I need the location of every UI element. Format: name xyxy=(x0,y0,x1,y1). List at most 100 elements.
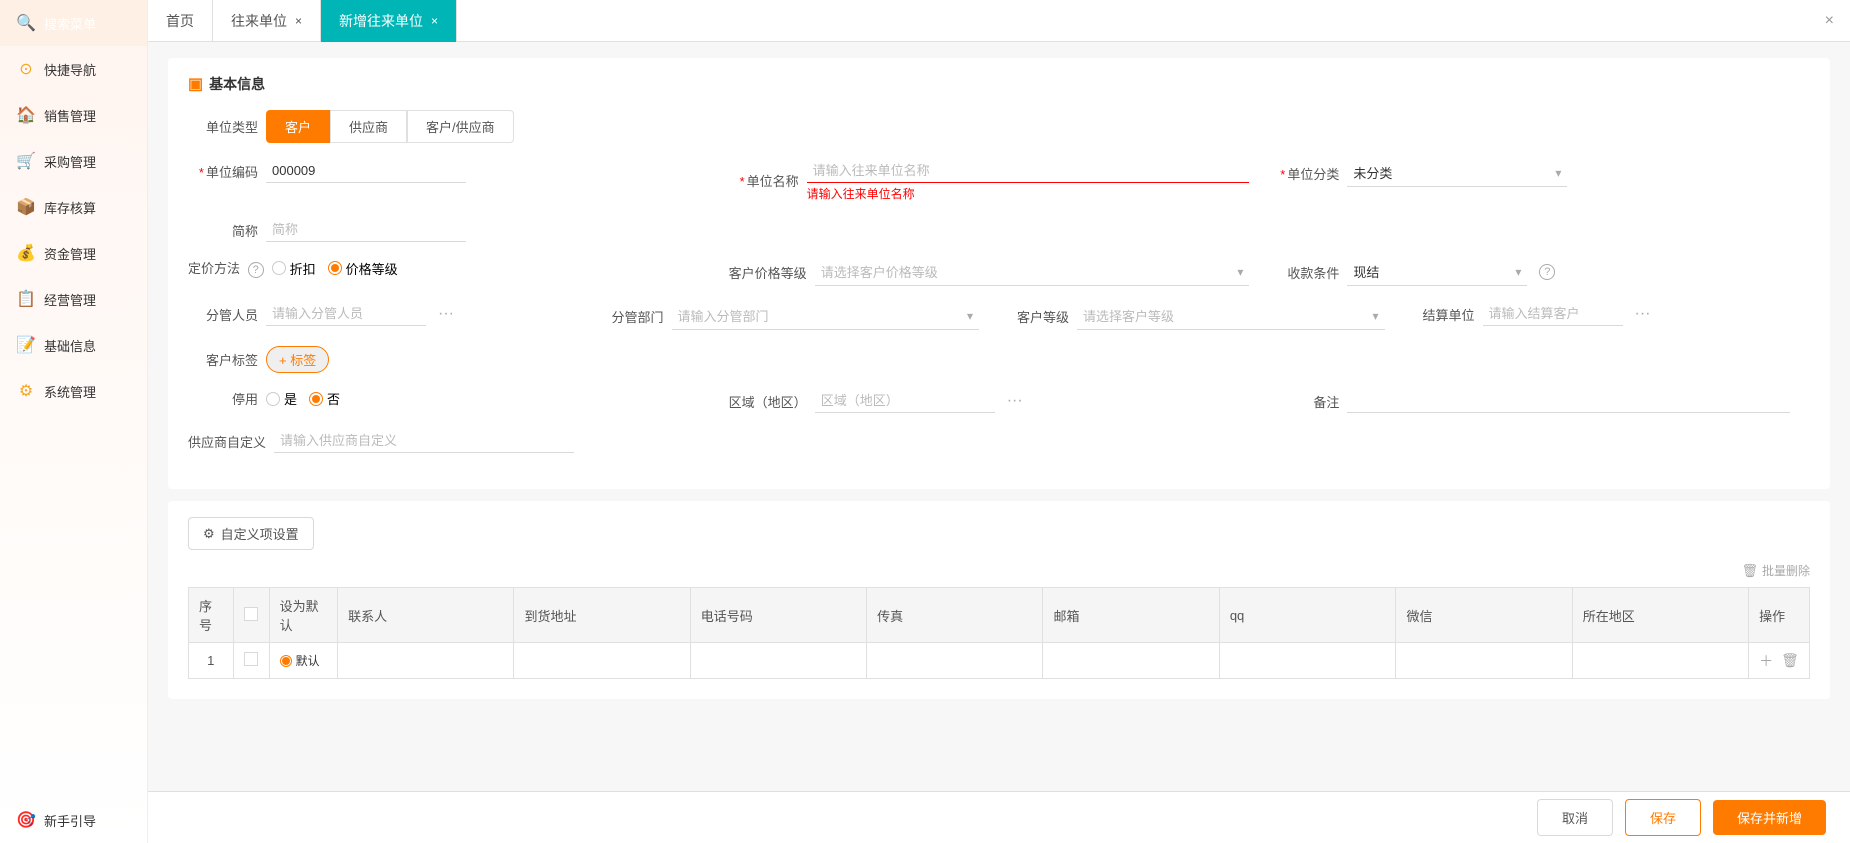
customer-level-placeholder: 请选择客户等级 xyxy=(1083,306,1368,325)
sidebar-item-sales[interactable]: 🏠 销售管理 xyxy=(0,92,147,138)
unit-name-input[interactable] xyxy=(807,159,1250,183)
sidebar-item-quick-nav[interactable]: ⊙ 快捷导航 xyxy=(0,46,147,92)
payment-arrow: ▾ xyxy=(1515,265,1521,279)
fax-input[interactable] xyxy=(877,649,1032,672)
batch-delete-bar[interactable]: 🗑 批量删除 xyxy=(188,562,1810,579)
pricing-radio-discount[interactable]: 折扣 xyxy=(272,259,316,278)
sidebar-item-operation[interactable]: 📋 经营管理 xyxy=(0,276,147,322)
abbr-cell: 简称 xyxy=(188,218,1810,242)
customer-level-label: 客户等级 xyxy=(999,307,1069,326)
settlement-cell: 结算单位 ··· xyxy=(1405,302,1811,326)
pricing-radio-group: 折扣 价格等级 xyxy=(272,259,398,278)
section-title: ▣ 基本信息 xyxy=(188,74,1810,94)
row-fax[interactable] xyxy=(867,643,1043,679)
tag-row: 客户标签 + 标签 xyxy=(188,346,1810,373)
row-qq[interactable] xyxy=(1219,643,1396,679)
tab-new-partner[interactable]: 新增往来单位 × xyxy=(321,0,457,42)
unit-category-select[interactable]: 未分类 ▾ xyxy=(1347,159,1567,187)
manager-input[interactable] xyxy=(266,302,426,326)
qq-input[interactable] xyxy=(1230,649,1386,672)
sidebar-item-system[interactable]: ⚙ 系统管理 xyxy=(0,368,147,414)
tag-add-button[interactable]: + 标签 xyxy=(266,346,329,373)
quick-nav-icon: ⊙ xyxy=(16,59,36,79)
row-seq: 1 xyxy=(189,643,234,679)
customer-price-placeholder: 请选择客户价格等级 xyxy=(821,262,1234,281)
remark-input[interactable] xyxy=(1347,389,1790,413)
contacts-section: ⚙ 自定义项设置 🗑 批量删除 序号 设为默认 联系人 到货地址 电话号码 传真 xyxy=(168,501,1830,699)
col-wechat: 微信 xyxy=(1396,588,1572,643)
wechat-input[interactable] xyxy=(1406,649,1561,672)
type-btn-both[interactable]: 客户/供应商 xyxy=(407,110,514,143)
region-more-icon[interactable]: ··· xyxy=(1007,392,1023,410)
row-actions: ＋ 🗑 xyxy=(1749,643,1810,679)
tab-new-partner-close[interactable]: × xyxy=(431,14,438,28)
row-address[interactable] xyxy=(514,643,690,679)
dept-arrow: ▾ xyxy=(967,309,973,323)
row-checkbox[interactable] xyxy=(244,652,258,666)
row-email[interactable] xyxy=(1043,643,1219,679)
unit-code-input[interactable] xyxy=(266,159,466,183)
col-contact: 联系人 xyxy=(338,588,514,643)
unit-type-row: 单位类型 客户 供应商 客户/供应商 xyxy=(188,110,1810,143)
payment-help-icon[interactable]: ? xyxy=(1539,264,1555,280)
row-wechat[interactable] xyxy=(1396,643,1572,679)
payment-select[interactable]: 现结 ▾ xyxy=(1347,258,1527,286)
sidebar-item-basic[interactable]: 📝 基础信息 xyxy=(0,322,147,368)
disabled-no-radio[interactable]: 否 xyxy=(309,389,340,408)
customer-price-cell: 客户价格等级 请选择客户价格等级 ▾ xyxy=(729,258,1270,286)
gear-icon: ⚙ xyxy=(203,526,215,542)
row-default-radio[interactable]: 默认 xyxy=(280,652,328,669)
pricing-radio-price-level[interactable]: 价格等级 xyxy=(328,259,398,278)
pricing-label: 定价方法 ? xyxy=(188,258,264,278)
row-phone[interactable] xyxy=(690,643,866,679)
disabled-yes-radio[interactable]: 是 xyxy=(266,389,297,408)
row-delete-icon[interactable]: 🗑 xyxy=(1781,652,1799,669)
settlement-input[interactable] xyxy=(1483,302,1623,326)
dept-select[interactable]: 请输入分管部门 ▾ xyxy=(672,302,980,330)
section-icon: ▣ xyxy=(188,74,203,94)
type-btn-customer[interactable]: 客户 xyxy=(266,110,330,143)
window-close-button[interactable]: × xyxy=(1809,12,1850,30)
row-contact[interactable] xyxy=(338,643,514,679)
phone-input[interactable] xyxy=(701,649,856,672)
sidebar-item-finance[interactable]: 💰 资金管理 xyxy=(0,230,147,276)
email-input[interactable] xyxy=(1053,649,1208,672)
contact-input[interactable] xyxy=(348,649,503,672)
sidebar-item-search[interactable]: 🔍 搜索菜单 xyxy=(0,0,147,46)
row-add-icon[interactable]: ＋ xyxy=(1759,651,1773,671)
header-checkbox[interactable] xyxy=(244,607,258,621)
address-input[interactable] xyxy=(524,649,679,672)
custom-settings-button[interactable]: ⚙ 自定义项设置 xyxy=(188,517,314,550)
save-button[interactable]: 保存 xyxy=(1625,799,1701,836)
tab-partners[interactable]: 往来单位 × xyxy=(213,0,321,42)
sidebar-item-guide[interactable]: 🎯 新手引导 xyxy=(0,797,147,843)
manager-row: 分管人员 ··· 分管部门 请输入分管部门 ▾ 客户等级 请选择客户等级 ▾ xyxy=(188,302,1810,330)
row-region[interactable] xyxy=(1572,643,1748,679)
dept-placeholder: 请输入分管部门 xyxy=(678,306,963,325)
basic-info-section: ▣ 基本信息 单位类型 客户 供应商 客户/供应商 *单位编 xyxy=(168,58,1830,489)
finance-icon: 💰 xyxy=(16,243,36,263)
manager-more-icon[interactable]: ··· xyxy=(438,305,454,323)
pricing-help-icon[interactable]: ? xyxy=(248,262,264,278)
row-region-input[interactable] xyxy=(1583,649,1738,672)
region-input[interactable] xyxy=(815,389,995,413)
type-btn-supplier[interactable]: 供应商 xyxy=(330,110,407,143)
col-check xyxy=(233,588,269,643)
customer-price-select[interactable]: 请选择客户价格等级 ▾ xyxy=(815,258,1250,286)
tab-home[interactable]: 首页 xyxy=(148,0,213,42)
sidebar-item-purchase[interactable]: 🛒 采购管理 xyxy=(0,138,147,184)
tag-cell: 客户标签 + 标签 xyxy=(188,346,1810,373)
unit-type-cell: 单位类型 客户 供应商 客户/供应商 xyxy=(188,110,1810,143)
abbr-input[interactable] xyxy=(266,218,466,242)
cancel-button[interactable]: 取消 xyxy=(1537,799,1613,836)
customer-level-select[interactable]: 请选择客户等级 ▾ xyxy=(1077,302,1385,330)
supplier-custom-input[interactable] xyxy=(274,429,574,453)
sidebar-item-inventory[interactable]: 📦 库存核算 xyxy=(0,184,147,230)
system-icon: ⚙ xyxy=(16,381,36,401)
disabled-yes-circle xyxy=(266,392,280,406)
settlement-more-icon[interactable]: ··· xyxy=(1635,305,1651,323)
unit-code-label: *单位编码 xyxy=(188,162,258,181)
tab-partners-close[interactable]: × xyxy=(295,14,302,28)
save-new-button[interactable]: 保存并新增 xyxy=(1713,800,1826,835)
unit-category-arrow: ▾ xyxy=(1555,166,1561,180)
